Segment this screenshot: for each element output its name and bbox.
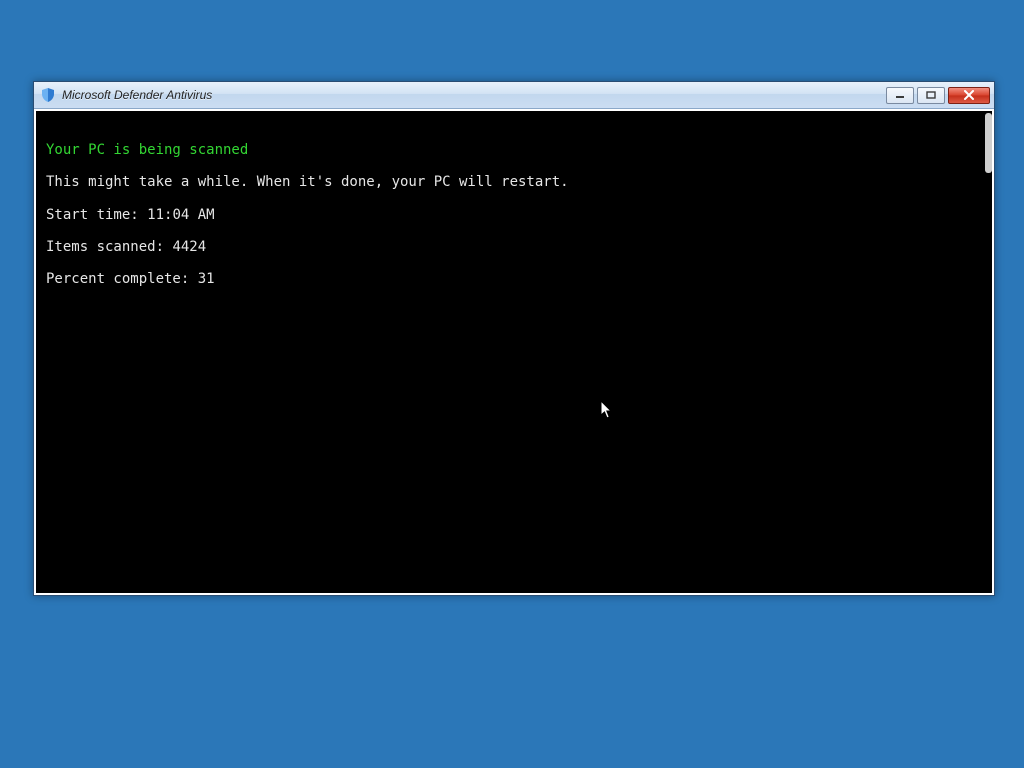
console-frame: Your PC is being scanned This might take … bbox=[36, 111, 992, 593]
minimize-button[interactable] bbox=[886, 87, 914, 104]
scan-note: This might take a while. When it's done,… bbox=[46, 173, 974, 191]
desktop: Microsoft Defender Antivirus bbox=[0, 0, 1024, 768]
window-controls bbox=[886, 87, 992, 104]
start-time-value: 11:04 AM bbox=[147, 207, 214, 223]
items-scanned-line: Items scanned: 4424 bbox=[46, 238, 974, 256]
percent-complete-label: Percent complete: bbox=[46, 271, 198, 287]
items-scanned-value: 4424 bbox=[172, 239, 206, 255]
defender-window: Microsoft Defender Antivirus bbox=[33, 81, 995, 596]
shield-icon bbox=[40, 87, 56, 103]
start-time-label: Start time: bbox=[46, 207, 147, 223]
titlebar[interactable]: Microsoft Defender Antivirus bbox=[34, 82, 994, 109]
percent-complete-value: 31 bbox=[198, 271, 215, 287]
maximize-button[interactable] bbox=[917, 87, 945, 104]
items-scanned-label: Items scanned: bbox=[46, 239, 172, 255]
window-title: Microsoft Defender Antivirus bbox=[62, 88, 886, 102]
percent-complete-line: Percent complete: 31 bbox=[46, 270, 974, 288]
scan-heading: Your PC is being scanned bbox=[46, 141, 974, 159]
start-time-line: Start time: 11:04 AM bbox=[46, 206, 974, 224]
scrollbar-thumb[interactable] bbox=[985, 113, 992, 173]
client-area: Your PC is being scanned This might take … bbox=[34, 109, 994, 595]
close-button[interactable] bbox=[948, 87, 990, 104]
console-output: Your PC is being scanned This might take … bbox=[36, 111, 984, 593]
